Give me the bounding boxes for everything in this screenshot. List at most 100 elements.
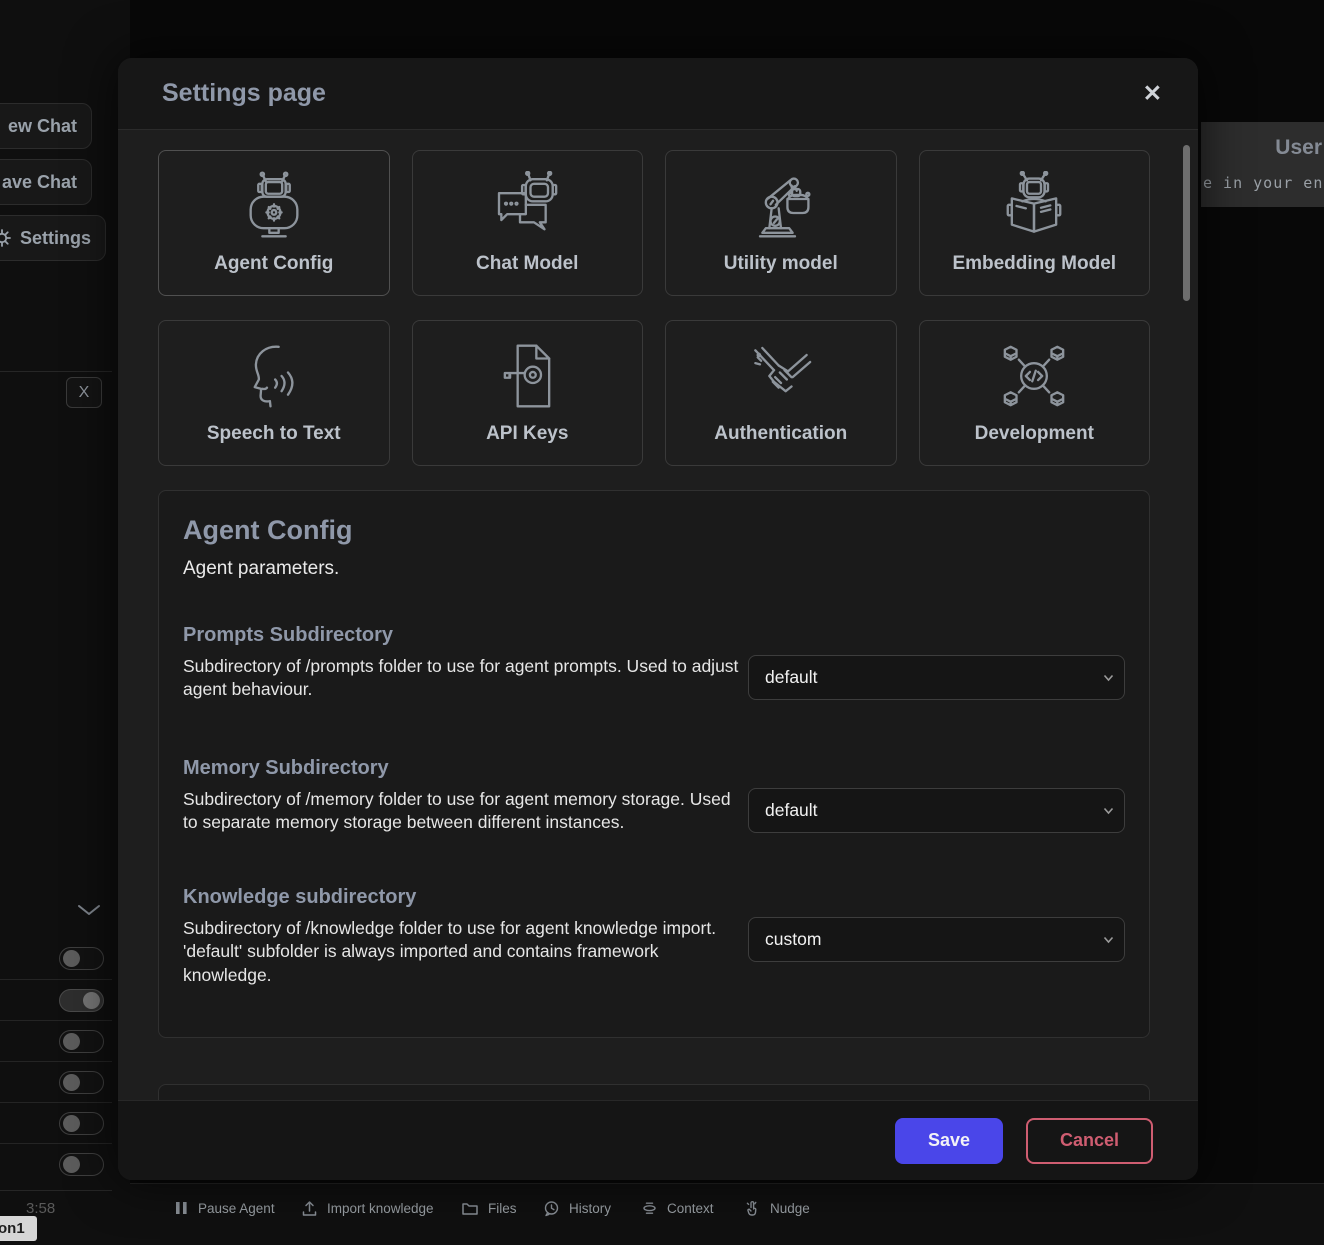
toggle-knob (63, 1156, 80, 1173)
card-label: Authentication (714, 423, 848, 444)
sidebar-footer-divider (0, 1190, 112, 1191)
user-message-panel: User e in your en (1201, 122, 1324, 207)
section-title: Agent Config (183, 515, 353, 545)
nav-card-authentication[interactable]: Authentication (665, 320, 897, 466)
nudge-hand-icon (746, 1201, 757, 1216)
save-button[interactable]: Save (895, 1117, 1003, 1164)
toggle-knob (83, 992, 100, 1009)
card-label: Chat Model (476, 253, 579, 274)
toggle-row (0, 938, 112, 979)
knowledge-subdirectory-select[interactable]: custom (748, 917, 1125, 963)
toggle-row (0, 1020, 112, 1061)
prompts-subdirectory-select[interactable]: default (748, 655, 1125, 700)
app-root: ew Chat ave Chat Settings X 3:58 on1 Use… (0, 0, 1324, 1245)
new-chat-button[interactable]: ew Chat (0, 103, 92, 149)
select-value: default (765, 800, 818, 821)
sidebar-toggle[interactable] (59, 1071, 104, 1094)
chevron-down-icon[interactable] (76, 902, 102, 923)
modal-title: Settings page (162, 79, 326, 107)
code-network-icon (1003, 345, 1065, 407)
section-agent-config: Agent Config Agent parameters. Prompts S… (158, 490, 1150, 1038)
nudge-button[interactable]: Nudge (744, 1200, 810, 1217)
card-label: Embedding Model (952, 253, 1117, 274)
pause-agent-label: Pause Agent (198, 1200, 275, 1216)
field-prompts-subdirectory: Prompts Subdirectory Subdirectory of /pr… (183, 624, 1125, 701)
import-knowledge-button[interactable]: Import knowledge (301, 1200, 434, 1217)
history-button[interactable]: History (543, 1200, 611, 1217)
field-label: Memory Subdirectory (183, 757, 389, 780)
toggle-knob (63, 1033, 80, 1050)
sidebar-toggle[interactable] (59, 947, 104, 970)
sidebar-divider (0, 371, 112, 372)
toggle-knob (63, 1115, 80, 1132)
settings-button[interactable]: Settings (0, 215, 106, 261)
key-document-icon (503, 344, 551, 408)
gear-icon (0, 228, 12, 248)
nav-card-development[interactable]: Development (918, 320, 1150, 466)
sidebar: ew Chat ave Chat Settings X 3:58 on1 (0, 0, 130, 1245)
files-button[interactable]: Files (461, 1200, 517, 1216)
sidebar-toggle[interactable] (59, 1030, 104, 1053)
modal-header: Settings page ✕ (118, 58, 1198, 130)
user-message-text: e in your en (1203, 174, 1324, 192)
card-label: Development (974, 423, 1094, 444)
context-icon (643, 1202, 656, 1214)
toggle-row (0, 1061, 112, 1102)
modal-body: Agent Config Chat Model Utility model Em… (118, 130, 1198, 1100)
close-icon[interactable]: ✕ (1143, 82, 1162, 105)
field-label: Knowledge subdirectory (183, 886, 417, 909)
nav-card-api-keys[interactable]: API Keys (411, 320, 643, 466)
sidebar-close-button[interactable]: X (66, 377, 102, 408)
field-description: Subdirectory of /knowledge folder to use… (183, 918, 717, 985)
select-value: custom (765, 929, 822, 950)
field-description: Subdirectory of /prompts folder to use f… (183, 656, 739, 700)
history-clock-icon (544, 1201, 559, 1217)
nav-card-speech-to-text[interactable]: Speech to Text (158, 320, 390, 466)
robot-monitor-icon (249, 171, 299, 238)
user-message-heading: User (1275, 136, 1322, 159)
cancel-button[interactable]: Cancel (1026, 1117, 1153, 1164)
card-label: Agent Config (214, 253, 334, 274)
sidebar-toggle[interactable] (59, 989, 104, 1012)
new-chat-label: ew Chat (7, 115, 77, 136)
import-knowledge-label: Import knowledge (327, 1201, 434, 1216)
handshake-icon (753, 346, 812, 393)
robot-chat-icon (498, 171, 558, 231)
nav-card-utility-model[interactable]: Utility model (665, 150, 897, 296)
robot-arm-icon (758, 177, 811, 238)
nav-card-embedding-model[interactable]: Embedding Model (918, 150, 1150, 296)
speech-profile-icon (253, 345, 294, 408)
sidebar-toggle[interactable] (59, 1153, 104, 1176)
pause-icon (176, 1202, 187, 1214)
toggle-knob (63, 950, 80, 967)
toggle-knob (63, 1074, 80, 1091)
settings-modal: Settings page ✕ Agent Config Chat Model … (118, 58, 1198, 1180)
settings-label: Settings (19, 227, 91, 248)
pause-agent-button[interactable]: Pause Agent (174, 1200, 275, 1216)
field-description: Subdirectory of /memory folder to use fo… (183, 789, 731, 833)
settings-nav-grid: Agent Config Chat Model Utility model Em… (158, 150, 1150, 466)
field-label: Prompts Subdirectory (183, 624, 394, 646)
section-subtitle: Agent parameters. (183, 558, 340, 579)
select-value: default (765, 667, 818, 687)
timestamp: 3:58 (26, 1200, 56, 1217)
card-label: Speech to Text (206, 423, 341, 444)
chevron-down-icon (1103, 808, 1114, 815)
field-memory-subdirectory: Memory Subdirectory Subdirectory of /mem… (183, 757, 1125, 834)
nav-card-chat-model[interactable]: Chat Model (411, 150, 643, 296)
modal-scrollbar-thumb[interactable] (1183, 145, 1190, 301)
save-chat-label: ave Chat (1, 171, 77, 192)
robot-book-icon (1006, 171, 1062, 233)
nav-card-agent-config[interactable]: Agent Config (158, 150, 390, 296)
toggle-row (0, 1143, 112, 1184)
context-button[interactable]: Context (641, 1200, 714, 1217)
chevron-down-icon (1103, 937, 1114, 944)
memory-subdirectory-select[interactable]: default (748, 788, 1125, 834)
chevron-down-icon (1103, 674, 1114, 682)
section-chat-model: Chat Model (158, 1083, 1150, 1100)
sidebar-toggle[interactable] (59, 1112, 104, 1135)
modal-footer: Save Cancel (118, 1100, 1198, 1180)
save-chat-button[interactable]: ave Chat (0, 159, 92, 205)
context-label: Context (667, 1201, 714, 1216)
sidebar-close-label: X (78, 383, 90, 401)
